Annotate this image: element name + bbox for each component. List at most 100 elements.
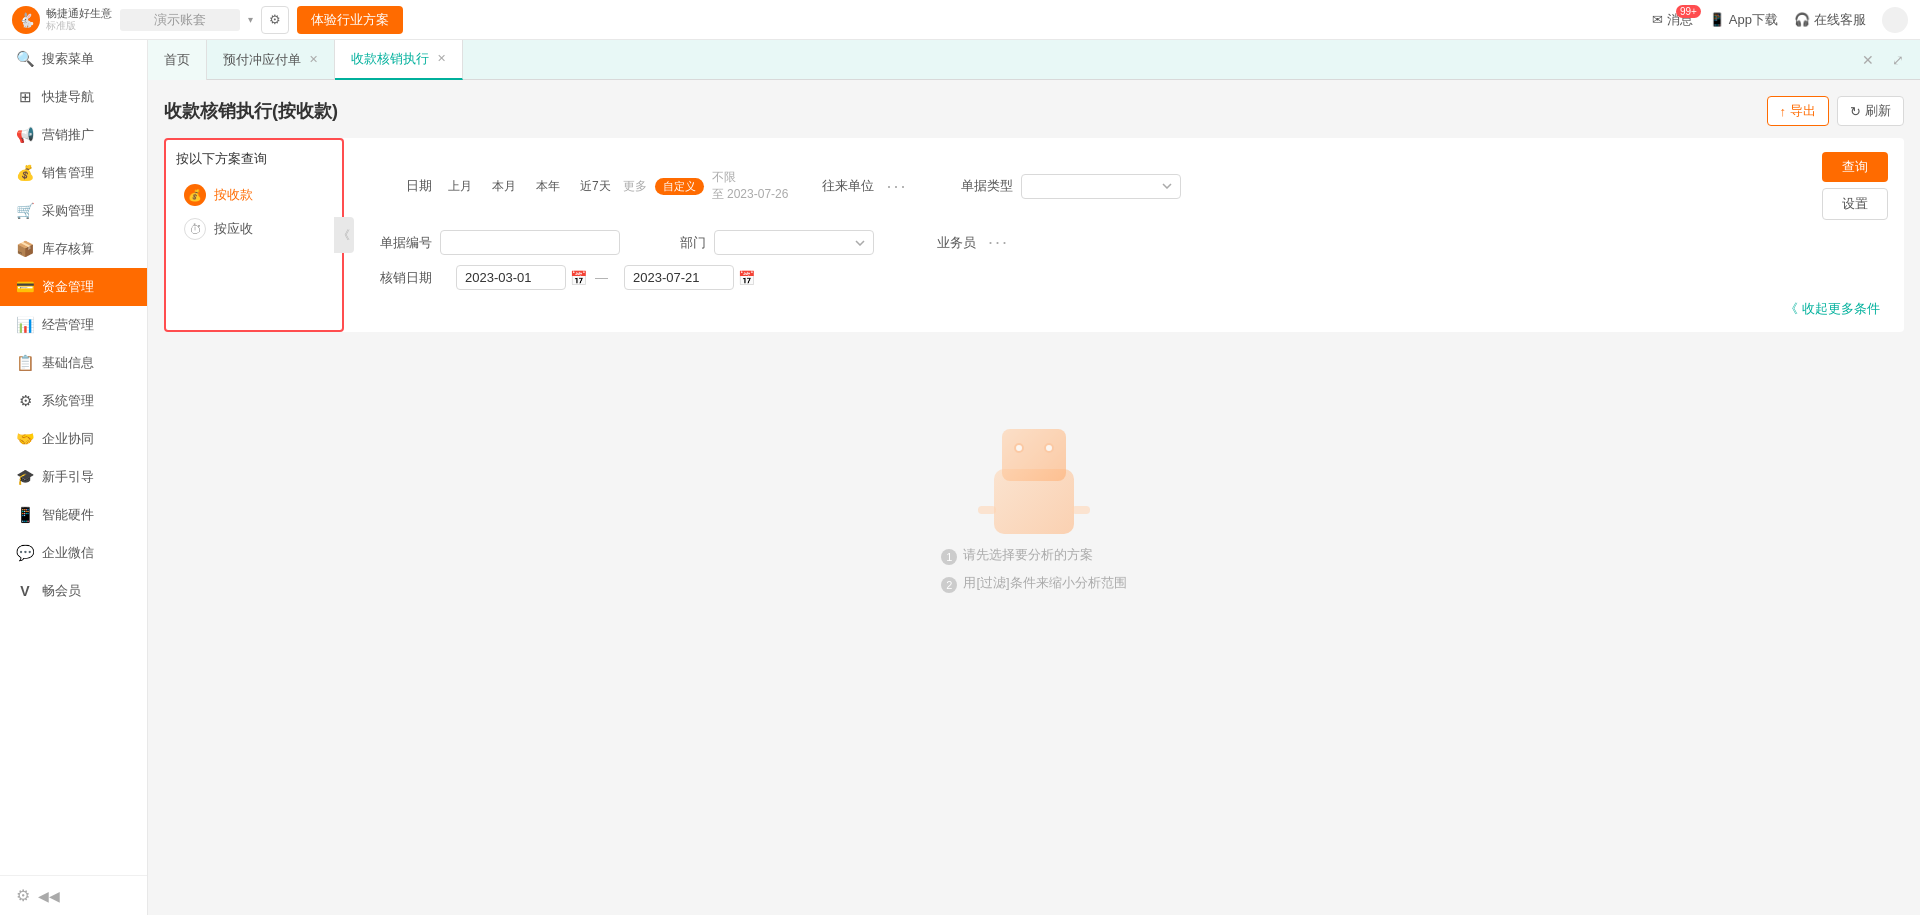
filter-option-by-receivable[interactable]: ⏱ 按应收 bbox=[176, 212, 332, 246]
verif-date-end-input[interactable] bbox=[624, 265, 734, 290]
calendar-start-icon[interactable]: 📅 bbox=[570, 270, 587, 286]
settings-bottom-icon[interactable]: ⚙ bbox=[16, 886, 30, 905]
page-header: 收款核销执行(按收款) ↑ 导出 ↻ 刷新 bbox=[164, 96, 1904, 126]
tip-2-text: 用[过滤]条件来缩小分析范围 bbox=[963, 574, 1126, 592]
date-more-button[interactable]: 更多 bbox=[623, 178, 647, 195]
sidebar-item-newbie[interactable]: 🎓 新手引导 bbox=[0, 458, 147, 496]
custom-date-badge: 自定义 bbox=[655, 178, 704, 195]
doctype-select[interactable] bbox=[1021, 174, 1181, 199]
robot-right-arm bbox=[1072, 506, 1090, 514]
tab-expand-button[interactable]: ⤢ bbox=[1884, 46, 1912, 74]
export-icon: ↑ bbox=[1780, 104, 1787, 119]
empty-tip-1: 1 请先选择要分析的方案 bbox=[941, 546, 1126, 568]
sidebar-label: 资金管理 bbox=[42, 278, 94, 296]
sidebar-label: 畅会员 bbox=[42, 582, 81, 600]
staff-select-button[interactable]: ··· bbox=[984, 232, 1013, 253]
sidebar-label: 系统管理 bbox=[42, 392, 94, 410]
partner-select-button[interactable]: ··· bbox=[882, 176, 911, 197]
company-dropdown-icon[interactable]: ▾ bbox=[248, 14, 253, 25]
tab-prepay[interactable]: 预付冲应付单 ✕ bbox=[207, 40, 335, 80]
robot-left-arm bbox=[978, 506, 996, 514]
user-avatar[interactable] bbox=[1882, 7, 1908, 33]
message-button[interactable]: ✉ 消息 99+ bbox=[1652, 11, 1693, 29]
sidebar-label: 基础信息 bbox=[42, 354, 94, 372]
sidebar-item-funds[interactable]: 💳 资金管理 bbox=[0, 268, 147, 306]
empty-state: 1 请先选择要分析的方案 2 用[过滤]条件来缩小分析范围 bbox=[164, 344, 1904, 676]
export-button[interactable]: ↑ 导出 bbox=[1767, 96, 1830, 126]
home-icon: ⊞ bbox=[16, 88, 34, 106]
calendar-end-icon[interactable]: 📅 bbox=[738, 270, 755, 286]
docnumber-input[interactable] bbox=[440, 230, 620, 255]
wechat-icon: 💬 bbox=[16, 544, 34, 562]
tab-collection[interactable]: 收款核销执行 ✕ bbox=[335, 40, 463, 80]
inventory-icon: 📦 bbox=[16, 240, 34, 258]
sidebar-label: 营销推广 bbox=[42, 126, 94, 144]
system-icon: ⚙ bbox=[16, 392, 34, 410]
funds-icon: 💳 bbox=[16, 278, 34, 296]
date-shortcut-last-month[interactable]: 上月 bbox=[440, 176, 480, 197]
sidebar-item-wechat[interactable]: 💬 企业微信 bbox=[0, 534, 147, 572]
by-receivable-icon: ⏱ bbox=[184, 218, 206, 240]
sidebar-item-purchase[interactable]: 🛒 采购管理 bbox=[0, 192, 147, 230]
doctype-field-group: 单据类型 bbox=[951, 174, 1181, 199]
query-button[interactable]: 查询 bbox=[1822, 152, 1888, 182]
sidebar-label: 采购管理 bbox=[42, 202, 94, 220]
sidebar-item-system[interactable]: ⚙ 系统管理 bbox=[0, 382, 147, 420]
tip-1-text: 请先选择要分析的方案 bbox=[963, 546, 1093, 564]
sidebar-item-search-menu[interactable]: 🔍 搜索菜单 bbox=[0, 40, 147, 78]
company-name[interactable]: 演示账套 bbox=[120, 9, 240, 31]
page-actions: ↑ 导出 ↻ 刷新 bbox=[1767, 96, 1905, 126]
date-shortcut-7days[interactable]: 近7天 bbox=[572, 176, 619, 197]
sidebar-item-operations[interactable]: 📊 经营管理 bbox=[0, 306, 147, 344]
sidebar-collapse-button[interactable]: ◀◀ bbox=[38, 888, 60, 904]
tab-close-all-button[interactable]: ✕ bbox=[1854, 46, 1882, 74]
collection-tab-close[interactable]: ✕ bbox=[437, 52, 446, 65]
date-to-text: 至 2023-07-26 bbox=[712, 186, 789, 203]
message-badge: 99+ bbox=[1676, 5, 1701, 18]
brand-badge: 标准版 bbox=[46, 20, 112, 32]
industry-solution-button[interactable]: 体验行业方案 bbox=[297, 6, 403, 34]
newbie-icon: 🎓 bbox=[16, 468, 34, 486]
top-bar: 🐇 畅捷通好生意 标准版 演示账套 ▾ ⚙ 体验行业方案 ✉ 消息 99+ 📱 … bbox=[0, 0, 1920, 40]
empty-tips: 1 请先选择要分析的方案 2 用[过滤]条件来缩小分析范围 bbox=[941, 546, 1126, 596]
setting-button[interactable]: 设置 bbox=[1822, 188, 1888, 220]
collection-tab-label: 收款核销执行 bbox=[351, 50, 429, 68]
robot-left-eye bbox=[1014, 443, 1024, 453]
dept-select[interactable] bbox=[714, 230, 874, 255]
sidebar-item-quick-nav[interactable]: ⊞ 快捷导航 bbox=[0, 78, 147, 116]
sidebar-item-smart[interactable]: 📱 智能硬件 bbox=[0, 496, 147, 534]
sidebar-item-basics[interactable]: 📋 基础信息 bbox=[0, 344, 147, 382]
date-shortcut-this-year[interactable]: 本年 bbox=[528, 176, 568, 197]
sidebar-bottom: ⚙ ◀◀ bbox=[0, 875, 147, 915]
empty-tip-2: 2 用[过滤]条件来缩小分析范围 bbox=[941, 574, 1126, 596]
tab-home[interactable]: 首页 bbox=[148, 40, 207, 80]
enterprise-icon: 🤝 bbox=[16, 430, 34, 448]
collapse-more-conditions[interactable]: 《 收起更多条件 bbox=[370, 300, 1888, 318]
dept-label: 部门 bbox=[644, 234, 714, 252]
sidebar-item-sales[interactable]: 💰 销售管理 bbox=[0, 154, 147, 192]
sidebar-label: 搜索菜单 bbox=[42, 50, 94, 68]
smart-icon: 📱 bbox=[16, 506, 34, 524]
verif-date-start-input[interactable] bbox=[456, 265, 566, 290]
settings-gear-button[interactable]: ⚙ bbox=[261, 6, 289, 34]
prepay-tab-close[interactable]: ✕ bbox=[309, 53, 318, 66]
partner-field-group: 往来单位 ··· bbox=[812, 176, 911, 197]
sidebar-item-inventory[interactable]: 📦 库存核算 bbox=[0, 230, 147, 268]
online-service-button[interactable]: 🎧 在线客服 bbox=[1794, 11, 1866, 29]
date-shortcut-this-month[interactable]: 本月 bbox=[484, 176, 524, 197]
staff-label: 业务员 bbox=[914, 234, 984, 252]
sidebar-label: 新手引导 bbox=[42, 468, 94, 486]
sidebar-item-marketing[interactable]: 📢 营销推广 bbox=[0, 116, 147, 154]
sidebar-item-enterprise[interactable]: 🤝 企业协同 bbox=[0, 420, 147, 458]
service-icon: 🎧 bbox=[1794, 12, 1810, 27]
filter-collapse-button[interactable]: 《 bbox=[334, 217, 354, 253]
main-wrapper: 首页 预付冲应付单 ✕ 收款核销执行 ✕ ✕ ⤢ 收款核销执行(按收款) ↑ 导… bbox=[148, 40, 1920, 915]
app-download-button[interactable]: 📱 App下载 bbox=[1709, 11, 1778, 29]
refresh-label: 刷新 bbox=[1865, 102, 1891, 120]
filter-main: 日期 上月 本月 本年 近7天 更多 自定义 不限 至 2023-07-26 bbox=[370, 152, 1888, 318]
purchase-icon: 🛒 bbox=[16, 202, 34, 220]
sidebar-item-member[interactable]: V 畅会员 bbox=[0, 572, 147, 610]
refresh-button[interactable]: ↻ 刷新 bbox=[1837, 96, 1904, 126]
staff-field-group: 业务员 ··· bbox=[914, 232, 1013, 253]
filter-option-by-collection[interactable]: 💰 按收款 bbox=[176, 178, 332, 212]
